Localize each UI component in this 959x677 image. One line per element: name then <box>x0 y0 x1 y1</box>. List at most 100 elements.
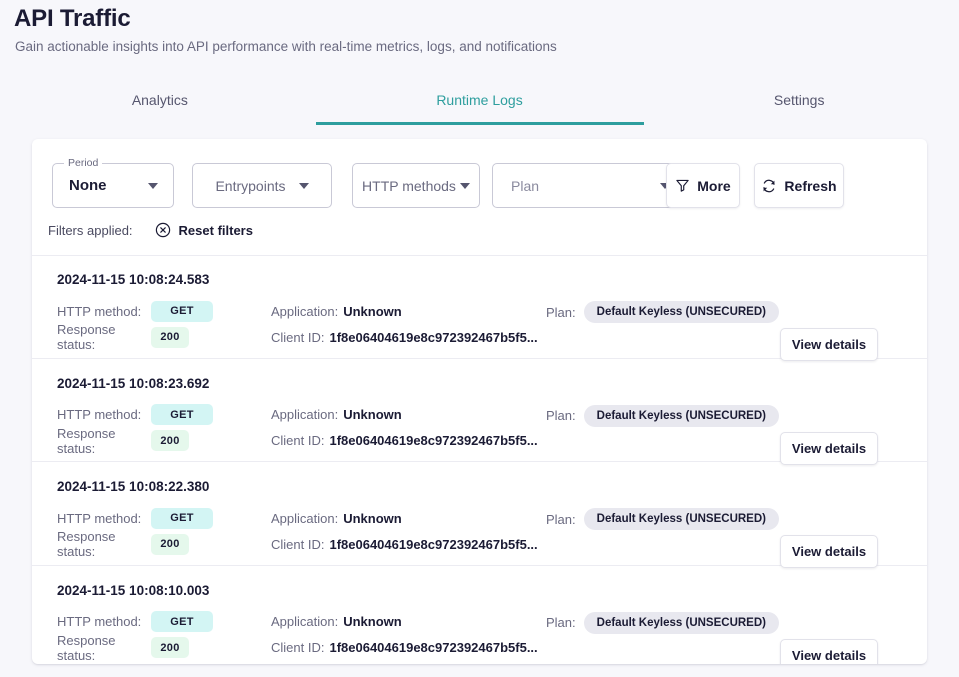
response-status-field: Response status: 200 <box>57 322 257 352</box>
log-col-plan: Plan: Default Keyless (UNSECURED) <box>546 611 779 634</box>
log-col-plan: Plan: Default Keyless (UNSECURED) <box>546 508 779 530</box>
log-list: 2024-11-15 10:08:24.583 HTTP method: GET… <box>32 255 927 664</box>
http-method-badge: GET <box>151 611 213 632</box>
plan-badge: Default Keyless (UNSECURED) <box>583 301 779 323</box>
refresh-icon <box>763 179 776 192</box>
runtime-logs-card: Period None Entrypoints HTTP methods Pla… <box>32 139 927 664</box>
application-field: Application: Unknown <box>271 402 538 428</box>
application-label: Application: <box>271 510 339 526</box>
log-col-method: HTTP method: GET Response status: 200 <box>57 402 257 456</box>
response-status-field: Response status: 200 <box>57 529 257 559</box>
response-status-field: Response status: 200 <box>57 632 257 663</box>
period-select[interactable]: Period None <box>52 157 174 208</box>
http-method-badge: GET <box>151 404 213 425</box>
response-status-label: Response status: <box>57 529 116 559</box>
client-id-value: 1f8e06404619e8c972392467b5f5... <box>329 640 538 655</box>
log-col-method: HTTP method: GET Response status: 200 <box>57 609 257 663</box>
tab-bar: Analytics Runtime Logs Settings <box>0 83 959 121</box>
client-id-label: Client ID: <box>271 329 325 345</box>
period-legend: Period <box>64 157 103 169</box>
client-id-label: Client ID: <box>271 536 325 552</box>
application-value: Unknown <box>343 303 402 319</box>
http-method-badge: GET <box>151 507 213 529</box>
view-details-button[interactable]: View details <box>780 638 878 664</box>
http-method-badge: GET <box>151 300 213 322</box>
http-method-label: HTTP method: <box>57 614 142 629</box>
http-method-label: HTTP method: <box>57 407 142 422</box>
http-method-label: HTTP method: <box>57 303 142 319</box>
view-details-button[interactable]: View details <box>780 328 878 361</box>
client-id-value: 1f8e06404619e8c972392467b5f5... <box>329 536 538 552</box>
view-details-button[interactable]: View details <box>780 535 878 568</box>
chevron-down-icon <box>298 182 309 189</box>
filters-applied: Filters applied: Reset filters <box>48 222 253 238</box>
log-col-method: HTTP method: GET Response status: 200 <box>57 505 257 559</box>
http-method-field: HTTP method: GET <box>57 505 257 531</box>
tab-settings[interactable]: Settings <box>639 83 959 121</box>
plan-label: Plan: <box>546 408 576 423</box>
application-field: Application: Unknown <box>271 298 538 324</box>
application-label: Application: <box>271 303 339 319</box>
response-status-badge: 200 <box>151 637 189 658</box>
http-method-field: HTTP method: GET <box>57 609 257 635</box>
response-status-label: Response status: <box>57 632 116 663</box>
http-method-label: HTTP method: <box>57 510 142 526</box>
application-value: Unknown <box>343 614 402 629</box>
http-methods-value: HTTP methods <box>362 177 456 194</box>
response-status-badge: 200 <box>151 533 189 555</box>
log-col-app: Application: Unknown Client ID: 1f8e0640… <box>271 402 538 454</box>
refresh-button[interactable]: Refresh <box>754 163 844 208</box>
plan-select[interactable]: Plan <box>492 163 686 208</box>
application-label: Application: <box>271 614 339 629</box>
plan-value: Plan <box>511 177 540 194</box>
entrypoints-value: Entrypoints <box>215 177 286 194</box>
circle-x-icon <box>155 222 170 238</box>
log-timestamp: 2024-11-15 10:08:22.380 <box>57 479 210 494</box>
response-status-field: Response status: 200 <box>57 426 257 456</box>
response-status-badge: 200 <box>151 430 189 451</box>
more-filters-label: More <box>697 177 731 194</box>
view-details-button[interactable]: View details <box>780 431 878 465</box>
client-id-field: Client ID: 1f8e06404619e8c972392467b5f5.… <box>271 531 538 557</box>
http-methods-select[interactable]: HTTP methods <box>352 163 480 208</box>
refresh-label: Refresh <box>784 177 837 194</box>
log-col-plan: Plan: Default Keyless (UNSECURED) <box>546 404 779 427</box>
table-row[interactable]: 2024-11-15 10:08:10.003 HTTP method: GET… <box>32 566 927 664</box>
application-field: Application: Unknown <box>271 505 538 531</box>
application-field: Application: Unknown <box>271 609 538 635</box>
chevron-down-icon <box>459 182 470 189</box>
plan-label: Plan: <box>546 304 576 320</box>
application-label: Application: <box>271 407 339 422</box>
log-timestamp: 2024-11-15 10:08:24.583 <box>57 272 210 287</box>
plan-badge: Default Keyless (UNSECURED) <box>583 404 779 427</box>
log-timestamp: 2024-11-15 10:08:10.003 <box>57 582 210 598</box>
entrypoints-select[interactable]: Entrypoints <box>192 163 332 208</box>
filters-applied-label: Filters applied: <box>48 222 133 238</box>
table-row[interactable]: 2024-11-15 10:08:24.583 HTTP method: GET… <box>32 255 927 361</box>
reset-filters-button[interactable]: Reset filters <box>155 222 253 238</box>
log-col-plan: Plan: Default Keyless (UNSECURED) <box>546 301 779 323</box>
tab-analytics[interactable]: Analytics <box>0 83 320 121</box>
response-status-label: Response status: <box>57 322 116 352</box>
chevron-down-icon <box>148 182 158 189</box>
plan-badge: Default Keyless (UNSECURED) <box>583 508 779 530</box>
response-status-badge: 200 <box>151 326 189 348</box>
page-subtitle: Gain actionable insights into API perfor… <box>15 39 557 54</box>
log-col-app: Application: Unknown Client ID: 1f8e0640… <box>271 298 538 350</box>
plan-badge: Default Keyless (UNSECURED) <box>583 611 779 634</box>
client-id-field: Client ID: 1f8e06404619e8c972392467b5f5.… <box>271 324 538 350</box>
application-value: Unknown <box>343 510 402 526</box>
reset-filters-label: Reset filters <box>178 222 253 238</box>
more-filters-button[interactable]: More <box>666 163 740 208</box>
log-col-method: HTTP method: GET Response status: 200 <box>57 298 257 352</box>
filter-bar: Period None Entrypoints HTTP methods Pla… <box>32 139 927 256</box>
tab-runtime-logs[interactable]: Runtime Logs <box>320 83 640 121</box>
table-row[interactable]: 2024-11-15 10:08:23.692 HTTP method: GET… <box>32 359 927 465</box>
table-row[interactable]: 2024-11-15 10:08:22.380 HTTP method: GET… <box>32 462 927 568</box>
api-traffic-page: API Traffic Gain actionable insights int… <box>0 0 959 677</box>
page-title: API Traffic <box>14 5 131 32</box>
application-value: Unknown <box>343 407 402 422</box>
funnel-icon <box>676 179 689 192</box>
log-timestamp: 2024-11-15 10:08:23.692 <box>57 375 210 391</box>
client-id-field: Client ID: 1f8e06404619e8c972392467b5f5.… <box>271 428 538 454</box>
